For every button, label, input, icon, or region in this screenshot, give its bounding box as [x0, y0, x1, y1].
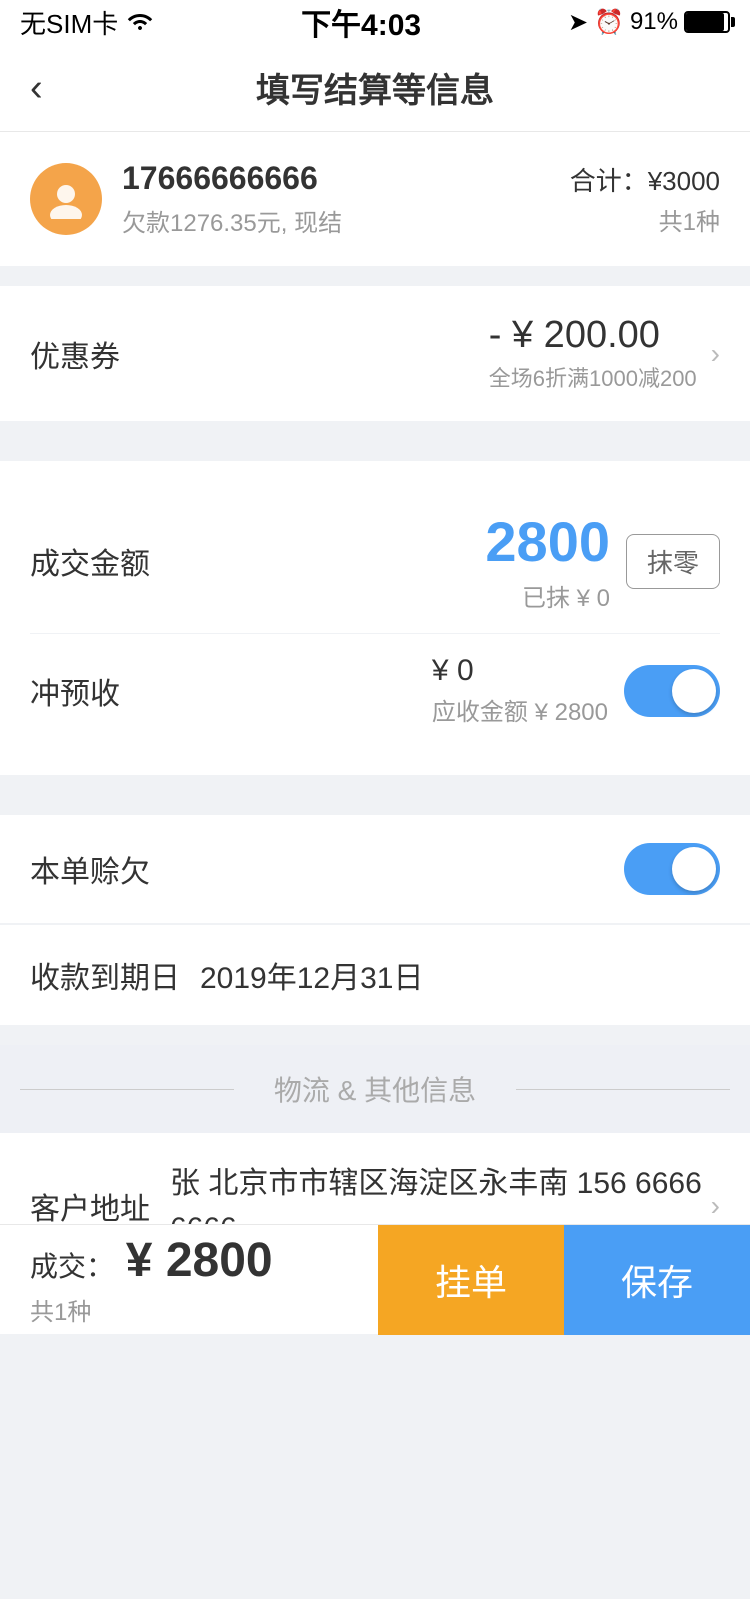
deal-amount-wrapper: 2800 已抹 ¥ 0 — [485, 509, 610, 613]
debt-label: 本单赊欠 — [30, 847, 150, 891]
coupon-label: 优惠券 — [30, 332, 120, 376]
bottom-bar: 成交： ¥ 2800 共1种 挂单 保存 — [0, 1224, 750, 1334]
deal-amount-label: 成交金额 — [30, 539, 150, 583]
bottom-deal-amount: ¥ 2800 — [126, 1234, 273, 1287]
content-area: 17666666666 欠款1276.35元, 现结 合计：¥3000 共1种 … — [0, 132, 750, 1599]
location-icon: ➤ — [568, 8, 588, 37]
bottom-count: 共1种 — [30, 1292, 348, 1327]
deal-section: 成交金额 2800 已抹 ¥ 0 抹零 冲预收 ¥ 0 应收金额 ¥ 2800 — [0, 461, 750, 775]
debt-section: 本单赊欠 — [0, 815, 750, 923]
customer-left: 17666666666 欠款1276.35元, 现结 — [30, 160, 342, 238]
coupon-info: - ¥ 200.00 全场6折满1000减200 — [489, 314, 697, 393]
coupon-right: - ¥ 200.00 全场6折满1000减200 › — [489, 314, 720, 393]
hang-button[interactable]: 挂单 — [378, 1225, 564, 1335]
status-time: 下午4:03 — [301, 0, 421, 44]
prepay-right: ¥ 0 应收金额 ¥ 2800 — [432, 654, 720, 727]
deal-amount-right: 2800 已抹 ¥ 0 抹零 — [485, 509, 720, 613]
status-bar: 无SIM卡 下午4:03 ➤ ⏰ 91% — [0, 0, 750, 44]
coupon-desc: 全场6折满1000减200 — [489, 361, 697, 393]
logistics-line-left — [20, 1089, 234, 1090]
total-count: 共1种 — [570, 202, 720, 237]
prepay-row: 冲预收 ¥ 0 应收金额 ¥ 2800 — [30, 633, 720, 747]
customer-section: 17666666666 欠款1276.35元, 现结 合计：¥3000 共1种 — [0, 132, 750, 266]
address-label: 客户地址 — [30, 1184, 150, 1228]
duedate-value: 2019年12月31日 — [200, 953, 423, 997]
wifi-icon — [126, 7, 154, 38]
nav-bar: ‹ 填写结算等信息 — [0, 44, 750, 132]
status-right: ➤ ⏰ 91% — [568, 8, 730, 37]
alarm-icon: ⏰ — [594, 8, 624, 37]
address-chevron-icon: › — [711, 1190, 720, 1222]
logistics-divider: 物流 & 其他信息 — [0, 1045, 750, 1133]
carrier-text: 无SIM卡 — [20, 4, 118, 41]
customer-info: 17666666666 欠款1276.35元, 现结 — [122, 160, 342, 238]
total-amount: 合计：¥3000 — [570, 161, 720, 198]
prepay-label: 冲预收 — [30, 669, 120, 713]
prepay-amount-value: ¥ 0 — [432, 654, 608, 688]
deal-amount-value: 2800 — [485, 510, 610, 573]
prepay-sub-text: 应收金额 ¥ 2800 — [432, 692, 608, 727]
customer-total: 合计：¥3000 共1种 — [570, 161, 720, 237]
duedate-section: 收款到期日 2019年12月31日 — [0, 924, 750, 1025]
duedate-label: 收款到期日 — [30, 953, 180, 997]
logistics-line-right — [516, 1089, 730, 1090]
debt-toggle[interactable] — [624, 843, 720, 895]
prepay-toggle[interactable] — [624, 665, 720, 717]
bottom-deal-label: 成交： — [30, 1251, 114, 1282]
customer-phone: 17666666666 — [122, 160, 342, 197]
coupon-section[interactable]: 优惠券 - ¥ 200.00 全场6折满1000减200 › — [0, 286, 750, 421]
coupon-amount: - ¥ 200.00 — [489, 314, 697, 357]
avatar — [30, 163, 102, 235]
prepay-amount-wrapper: ¥ 0 应收金额 ¥ 2800 — [432, 654, 608, 727]
battery-percent: 91% — [630, 8, 678, 36]
deal-sub-text: 已抹 ¥ 0 — [485, 578, 610, 613]
section-divider-1 — [0, 441, 750, 461]
round-button[interactable]: 抹零 — [626, 534, 720, 589]
duedate-row: 收款到期日 2019年12月31日 — [30, 953, 720, 997]
bottom-deal-row: 成交： ¥ 2800 — [30, 1233, 348, 1288]
battery-icon — [684, 11, 730, 33]
bottom-info: 成交： ¥ 2800 共1种 — [0, 1233, 378, 1327]
page-title: 填写结算等信息 — [256, 63, 494, 112]
section-divider-2 — [0, 775, 750, 795]
save-button[interactable]: 保存 — [564, 1225, 750, 1335]
status-left: 无SIM卡 — [20, 4, 154, 41]
back-button[interactable]: ‹ — [30, 59, 53, 117]
customer-owe: 欠款1276.35元, 现结 — [122, 203, 342, 238]
deal-amount-row: 成交金额 2800 已抹 ¥ 0 抹零 — [30, 489, 720, 633]
logistics-text: 物流 & 其他信息 — [254, 1069, 496, 1109]
coupon-chevron-icon: › — [711, 338, 720, 370]
